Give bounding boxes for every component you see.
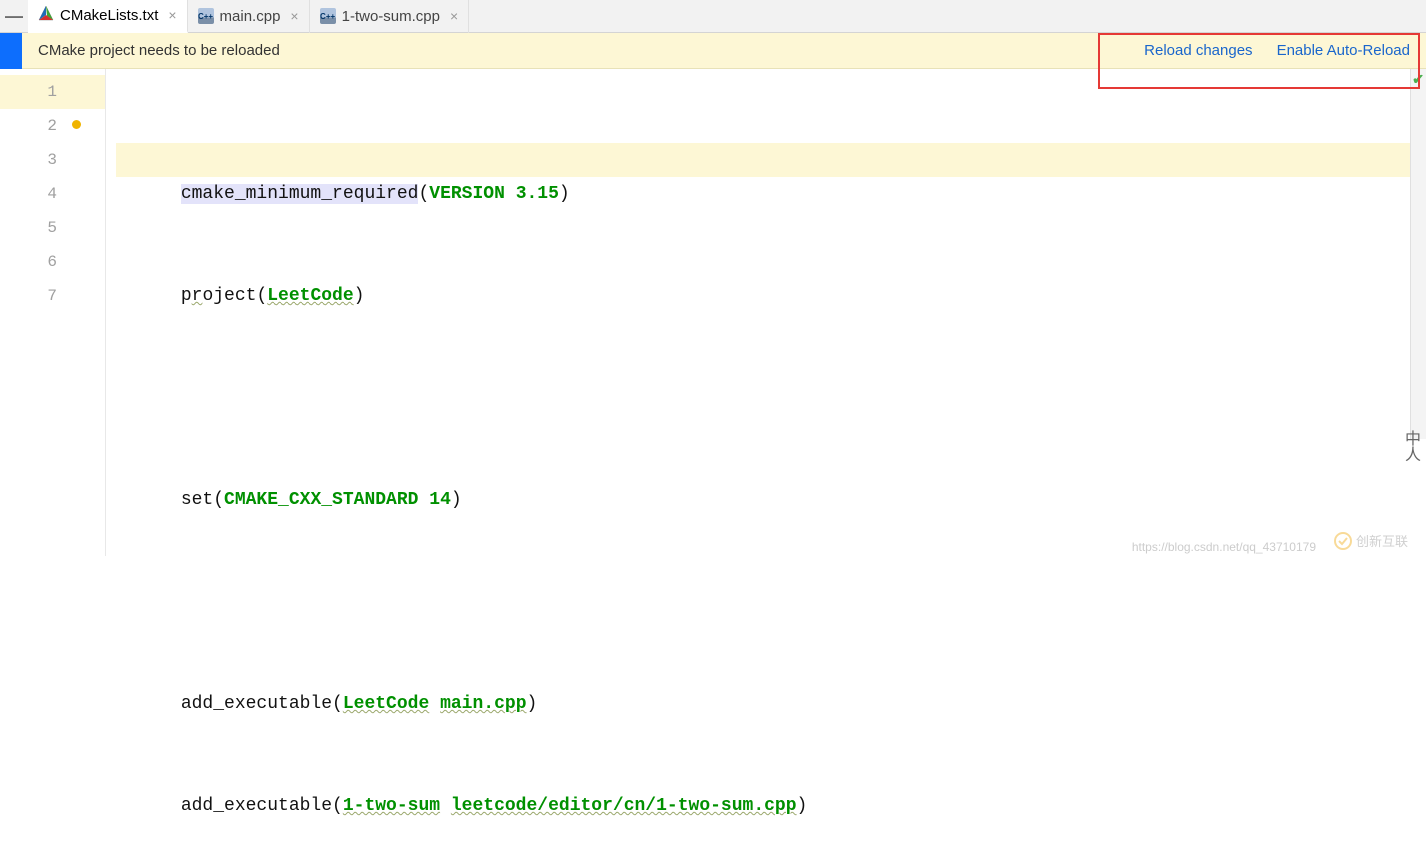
code-area[interactable]: cmake_minimum_required(VERSION 3.15) pro… — [106, 69, 1426, 556]
code-line — [116, 347, 1416, 381]
tab-main-cpp[interactable]: C++ main.cpp × — [188, 0, 310, 33]
line-number: 6 — [0, 245, 105, 279]
line-number: 7 — [0, 279, 105, 313]
code-line: project(LeetCode) — [116, 245, 1416, 279]
line-number: 4 — [0, 177, 105, 211]
notification-message: CMake project needs to be reloaded — [30, 42, 280, 59]
reload-changes-link[interactable]: Reload changes — [1144, 42, 1252, 59]
tab-label: CMakeLists.txt — [60, 7, 158, 24]
line-number: 5 — [0, 211, 105, 245]
tab-label: 1-two-sum.cpp — [342, 8, 440, 25]
cpp-icon: C++ — [320, 8, 336, 24]
tab-label: main.cpp — [220, 8, 281, 25]
notification-bar: CMake project needs to be reloaded Reloa… — [0, 33, 1426, 69]
ime-indicator: 中人 — [1398, 430, 1422, 462]
logo-icon — [1334, 532, 1352, 550]
inspection-ok-icon: ✔ — [1412, 71, 1424, 88]
close-icon[interactable]: × — [290, 8, 298, 24]
close-icon[interactable]: × — [450, 8, 458, 24]
tab-cmakelists[interactable]: CMakeLists.txt × — [28, 0, 188, 33]
close-icon[interactable]: × — [168, 7, 176, 23]
cmake-icon — [38, 5, 54, 25]
code-line: add_executable(1-two-sum leetcode/editor… — [116, 755, 1416, 789]
line-number: 2 — [0, 109, 105, 143]
cpp-icon: C++ — [198, 8, 214, 24]
tab-bar: — CMakeLists.txt × C++ main.cpp × C++ 1-… — [0, 0, 1426, 33]
active-indicator — [0, 33, 22, 69]
line-number: 3 — [0, 143, 105, 177]
code-line: set(CMAKE_CXX_STANDARD 14) — [116, 449, 1416, 483]
line-gutter: 1 2 3 4 5 6 7 — [0, 69, 106, 556]
tab-two-sum-cpp[interactable]: C++ 1-two-sum.cpp × — [310, 0, 470, 33]
watermark-logo: 创新互联 — [1334, 531, 1408, 550]
scrollbar[interactable] — [1410, 69, 1426, 439]
code-line: cmake_minimum_required(VERSION 3.15) — [116, 143, 1416, 177]
minimize-icon[interactable]: — — [0, 6, 28, 27]
watermark-url: https://blog.csdn.net/qq_43710179 — [1132, 540, 1316, 554]
enable-auto-reload-link[interactable]: Enable Auto-Reload — [1277, 42, 1410, 59]
line-number: 1 — [0, 75, 105, 109]
code-line — [116, 551, 1416, 585]
editor: 1 2 3 4 5 6 7 cmake_minimum_required(VER… — [0, 69, 1426, 556]
code-line: add_executable(LeetCode main.cpp) — [116, 653, 1416, 687]
